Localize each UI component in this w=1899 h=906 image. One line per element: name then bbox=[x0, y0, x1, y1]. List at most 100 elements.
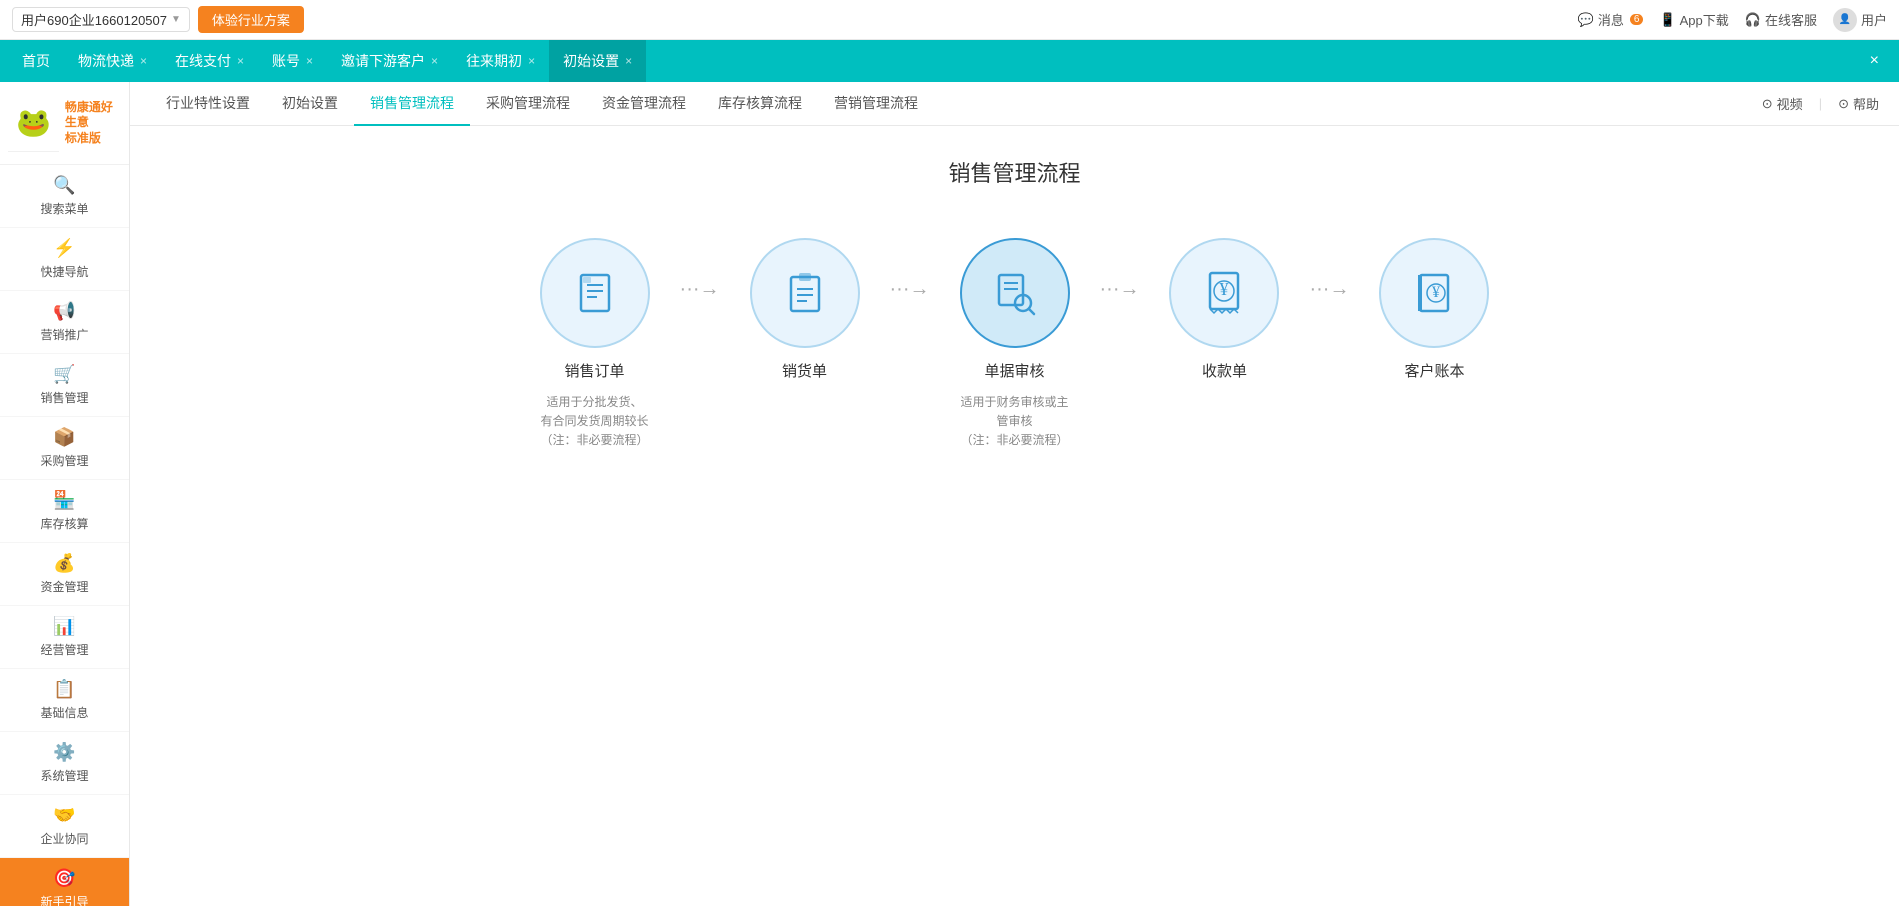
flow-item-receipt[interactable]: ¥ 收款单 bbox=[1134, 238, 1314, 381]
nav-item-首页[interactable]: 首页 bbox=[8, 40, 64, 82]
sidebar-label-fund-mgmt: 资金管理 bbox=[40, 578, 88, 595]
logo-text: 畅康通好生意 标准版 bbox=[65, 100, 121, 147]
flow-arrow-1: ···→ bbox=[680, 238, 720, 301]
content-area: 行业特性设置初始设置销售管理流程采购管理流程资金管理流程库存核算流程营销管理流程… bbox=[130, 82, 1899, 906]
flow-circle-sales-order bbox=[540, 238, 650, 348]
sidebar-item-marketing-promo[interactable]: 📢营销推广 bbox=[0, 291, 129, 354]
user-avatar-item[interactable]: 👤 用户 bbox=[1833, 8, 1887, 32]
sidebar-item-inventory[interactable]: 🏪库存核算 bbox=[0, 480, 129, 543]
online-service-item[interactable]: 🎧 在线客服 bbox=[1745, 10, 1817, 29]
subtab-industry[interactable]: 行业特性设置 bbox=[150, 82, 266, 126]
sidebar-item-sys-mgmt[interactable]: ⚙️ 系统管理 bbox=[0, 732, 129, 795]
sidebar-item-new-guide[interactable]: 🎯 新手引导 bbox=[0, 858, 129, 906]
flow-circle-receipt: ¥ bbox=[1169, 238, 1279, 348]
flow-desc-doc-audit: 适用于财务审核或主 管审核 （注：非必要流程） bbox=[960, 393, 1068, 451]
subtab-fund-flow[interactable]: 资金管理流程 bbox=[586, 82, 702, 126]
nav-item-在线支付[interactable]: 在线支付 × bbox=[161, 40, 258, 82]
fund-mgmt-icon: 💰 bbox=[53, 553, 75, 574]
sidebar-item-basic-info[interactable]: 📋基础信息 bbox=[0, 669, 129, 732]
sidebar-label-inventory: 库存核算 bbox=[40, 515, 88, 532]
help-link[interactable]: ⊙ 帮助 bbox=[1838, 94, 1879, 113]
sidebar-label-purchase-mgmt: 采购管理 bbox=[40, 452, 88, 469]
app-download-item[interactable]: 📱 App下载 bbox=[1659, 10, 1728, 29]
chevron-down-icon: ▼ bbox=[171, 14, 181, 25]
experience-button[interactable]: 体验行业方案 bbox=[198, 6, 304, 33]
flow-arrow-4: ···→ bbox=[1309, 238, 1349, 301]
top-header: 用户690企业1660120507 ▼ 体验行业方案 💬 消息 6 📱 App下… bbox=[0, 0, 1899, 40]
nav-item-初始设置[interactable]: 初始设置 × bbox=[549, 40, 646, 82]
avatar: 👤 bbox=[1833, 8, 1857, 32]
nav-item-邀请下游客户[interactable]: 邀请下游客户 × bbox=[327, 40, 452, 82]
nav-close-icon[interactable]: × bbox=[528, 54, 535, 68]
flow-item-sales-order[interactable]: 销售订单适用于分批发货、 有合同发货周期较长 （注：非必要流程） bbox=[505, 238, 685, 451]
message-badge: 6 bbox=[1630, 14, 1644, 25]
sidebar-item-ops-mgmt[interactable]: 📊经营管理 bbox=[0, 606, 129, 669]
flow-title-customer-ledger: 客户账本 bbox=[1404, 360, 1464, 381]
search-icon: 🔍 bbox=[53, 175, 75, 196]
subtab-sales-flow[interactable]: 销售管理流程 bbox=[354, 82, 470, 126]
sub-tabs: 行业特性设置初始设置销售管理流程采购管理流程资金管理流程库存核算流程营销管理流程… bbox=[130, 82, 1899, 126]
logo-icon: 🐸 bbox=[8, 94, 59, 152]
subtab-inventory-flow[interactable]: 库存核算流程 bbox=[702, 82, 818, 126]
sidebar-item-purchase-mgmt[interactable]: 📦 采购管理 bbox=[0, 417, 129, 480]
flow-item-customer-ledger[interactable]: ¥ 客户账本 bbox=[1344, 238, 1524, 381]
nav-close-button[interactable]: × bbox=[1858, 52, 1891, 70]
flow-title-sales-slip: 销货单 bbox=[782, 360, 827, 381]
video-label: 视频 bbox=[1777, 94, 1803, 113]
sidebar: 🐸 畅康通好生意 标准版 🔍 搜索菜单 ⚡ 快捷导航 📢营销推广🛒销售管理 📦 采购管理 🏪库… bbox=[0, 82, 130, 906]
nav-close-icon[interactable]: × bbox=[625, 54, 632, 68]
subtab-marketing-flow[interactable]: 营销管理流程 bbox=[818, 82, 934, 126]
header-right: 💬 消息 6 📱 App下载 🎧 在线客服 👤 用户 bbox=[1578, 8, 1887, 32]
flow-chart: 销售订单适用于分批发货、 有合同发货周期较长 （注：非必要流程）···→ 销货单… bbox=[170, 238, 1859, 451]
user-selector[interactable]: 用户690企业1660120507 ▼ bbox=[12, 7, 190, 32]
flow-circle-doc-audit bbox=[960, 238, 1070, 348]
flow-item-doc-audit[interactable]: 单据审核适用于财务审核或主 管审核 （注：非必要流程） bbox=[925, 238, 1105, 451]
nav-item-账号[interactable]: 账号 × bbox=[258, 40, 327, 82]
nav-close-icon[interactable]: × bbox=[431, 54, 438, 68]
sidebar-item-fund-mgmt[interactable]: 💰 资金管理 bbox=[0, 543, 129, 606]
page-title: 销售管理流程 bbox=[170, 156, 1859, 188]
flow-title-sales-order: 销售订单 bbox=[565, 360, 625, 381]
sidebar-label-quick-nav: 快捷导航 bbox=[40, 263, 88, 280]
video-link[interactable]: ⊙ 视频 bbox=[1762, 94, 1803, 113]
message-label: 消息 bbox=[1598, 10, 1624, 29]
flow-item-sales-slip[interactable]: 销货单 bbox=[715, 238, 895, 381]
divider: | bbox=[1819, 96, 1822, 111]
sidebar-label-sys-mgmt: 系统管理 bbox=[40, 767, 88, 784]
sidebar-label-sales-mgmt: 销售管理 bbox=[40, 389, 88, 406]
nav-close-icon[interactable]: × bbox=[140, 54, 147, 68]
quick-nav-icon: ⚡ bbox=[53, 238, 75, 259]
nav-item-物流快递[interactable]: 物流快递 × bbox=[64, 40, 161, 82]
flow-title-doc-audit: 单据审核 bbox=[984, 360, 1044, 381]
sidebar-item-sales-mgmt[interactable]: 🛒销售管理 bbox=[0, 354, 129, 417]
purchase-mgmt-icon: 📦 bbox=[53, 427, 75, 448]
sidebar-logo: 🐸 畅康通好生意 标准版 bbox=[0, 82, 129, 165]
basic-info-icon: 📋 bbox=[53, 679, 75, 700]
subtab-initial[interactable]: 初始设置 bbox=[266, 82, 354, 126]
nav-close-icon[interactable]: × bbox=[237, 54, 244, 68]
user-name-label: 用户 bbox=[1861, 10, 1887, 29]
nav-items: 首页物流快递 ×在线支付 ×账号 ×邀请下游客户 ×往来期初 ×初始设置 × bbox=[8, 40, 646, 82]
new-guide-icon: 🎯 bbox=[53, 868, 75, 889]
enterprise-coop-icon: 🤝 bbox=[53, 805, 75, 826]
message-item[interactable]: 💬 消息 6 bbox=[1578, 10, 1644, 29]
page-content: 销售管理流程 销售订单适用于分批发货、 有合同发货周期较长 （注：非必要流程）·… bbox=[130, 126, 1899, 481]
sidebar-label-enterprise-coop: 企业协同 bbox=[40, 830, 88, 847]
subtabs-items: 行业特性设置初始设置销售管理流程采购管理流程资金管理流程库存核算流程营销管理流程 bbox=[150, 82, 934, 126]
sub-tabs-right: ⊙ 视频 | ⊙ 帮助 bbox=[1762, 94, 1879, 113]
nav-bar: 首页物流快递 ×在线支付 ×账号 ×邀请下游客户 ×往来期初 ×初始设置 × × bbox=[0, 40, 1899, 82]
nav-close-icon[interactable]: × bbox=[306, 54, 313, 68]
headset-icon: 🎧 bbox=[1745, 12, 1761, 28]
flow-desc-sales-order: 适用于分批发货、 有合同发货周期较长 （注：非必要流程） bbox=[541, 393, 649, 451]
sidebar-label-new-guide: 新手引导 bbox=[40, 893, 88, 906]
main-layout: 🐸 畅康通好生意 标准版 🔍 搜索菜单 ⚡ 快捷导航 📢营销推广🛒销售管理 📦 采购管理 🏪库… bbox=[0, 82, 1899, 906]
sidebar-item-quick-nav[interactable]: ⚡ 快捷导航 bbox=[0, 228, 129, 291]
header-left: 用户690企业1660120507 ▼ 体验行业方案 bbox=[12, 6, 304, 33]
sys-mgmt-icon: ⚙️ bbox=[53, 742, 75, 763]
subtab-purchase-flow[interactable]: 采购管理流程 bbox=[470, 82, 586, 126]
sidebar-item-search[interactable]: 🔍 搜索菜单 bbox=[0, 165, 129, 228]
nav-item-往来期初[interactable]: 往来期初 × bbox=[452, 40, 549, 82]
sidebar-label-search: 搜索菜单 bbox=[40, 200, 88, 217]
sidebar-item-enterprise-coop[interactable]: 🤝 企业协同 bbox=[0, 795, 129, 858]
help-label: 帮助 bbox=[1853, 94, 1879, 113]
